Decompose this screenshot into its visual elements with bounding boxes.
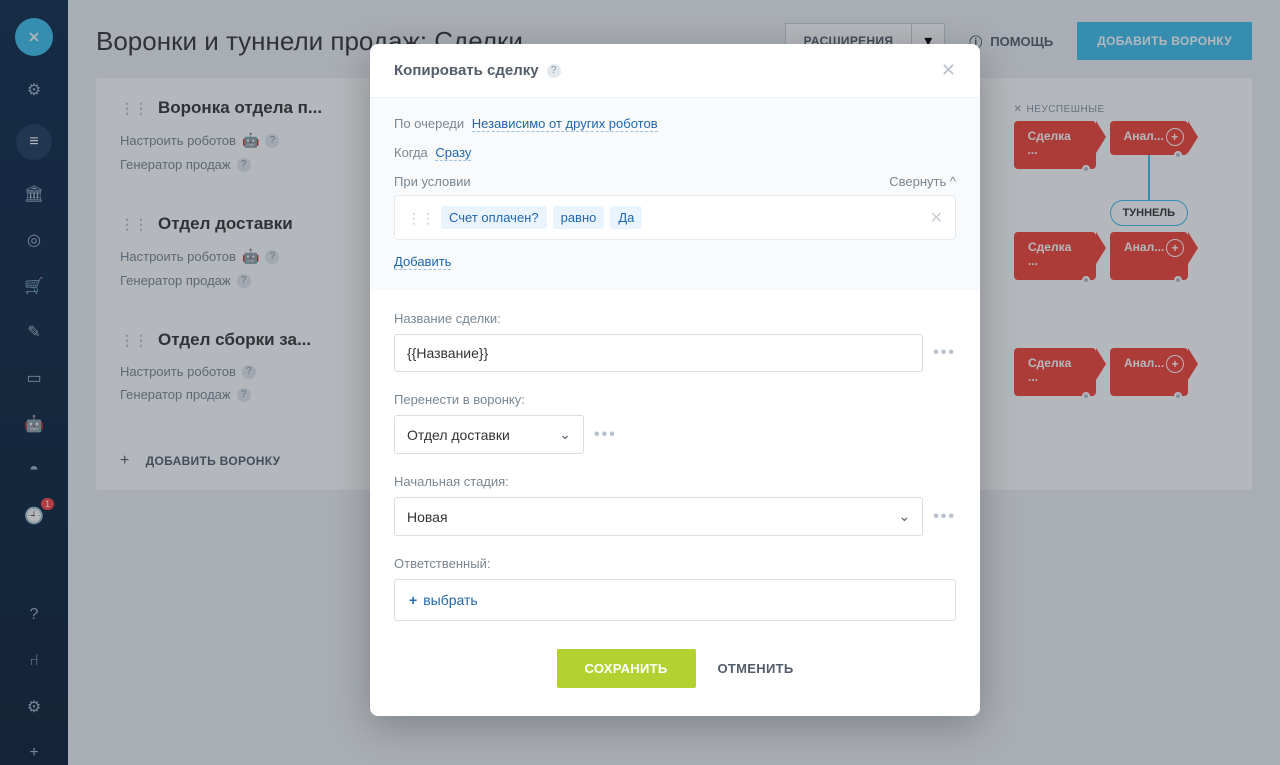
chevron-down-icon: ⌄ — [559, 426, 571, 443]
responsible-label: Ответственный: — [394, 556, 956, 571]
select-value: Новая — [407, 509, 448, 525]
collapse-toggle[interactable]: Свернуть ^ — [889, 174, 956, 189]
hint-icon[interactable]: ? — [547, 64, 561, 78]
cond-field[interactable]: Счет оплачен? — [441, 206, 547, 229]
deal-name-label: Название сделки: — [394, 311, 956, 326]
select-value: Отдел доставки — [407, 427, 510, 443]
drag-handle-icon[interactable]: ⋮⋮ — [407, 214, 435, 222]
more-options-icon[interactable]: ••• — [594, 426, 617, 444]
cond-value[interactable]: Да — [610, 206, 642, 229]
initial-stage-select[interactable]: Новая ⌄ — [394, 497, 923, 536]
cancel-button[interactable]: ОТМЕНИТЬ — [718, 649, 794, 688]
initial-stage-label: Начальная стадия: — [394, 474, 956, 489]
more-options-icon[interactable]: ••• — [933, 508, 956, 526]
queue-value-link[interactable]: Независимо от других роботов — [472, 116, 658, 132]
chevron-up-icon: ^ — [950, 174, 956, 189]
save-button[interactable]: СОХРАНИТЬ — [557, 649, 696, 688]
choose-responsible-button[interactable]: + выбрать — [409, 592, 941, 608]
condition-row: ⋮⋮ Счет оплачен? равно Да ✕ — [394, 195, 956, 240]
chevron-down-icon: ⌄ — [898, 508, 910, 525]
when-value-link[interactable]: Сразу — [435, 145, 471, 161]
more-options-icon[interactable]: ••• — [933, 344, 956, 362]
deal-name-input[interactable] — [394, 334, 923, 372]
cond-operator[interactable]: равно — [553, 206, 605, 229]
copy-deal-modal: Копировать сделку ? ✕ По очереди Независ… — [370, 44, 980, 716]
when-label: Когда — [394, 145, 428, 160]
move-to-funnel-label: Перенести в воронку: — [394, 392, 956, 407]
remove-condition-icon[interactable]: ✕ — [930, 208, 943, 228]
queue-label: По очереди — [394, 116, 464, 131]
condition-label: При условии — [394, 174, 471, 189]
add-condition-link[interactable]: Добавить — [394, 254, 451, 270]
move-to-funnel-select[interactable]: Отдел доставки ⌄ — [394, 415, 584, 454]
responsible-field: + выбрать — [394, 579, 956, 621]
plus-icon: + — [409, 592, 417, 608]
modal-title: Копировать сделку — [394, 62, 539, 79]
modal-close-icon[interactable]: ✕ — [941, 60, 956, 81]
